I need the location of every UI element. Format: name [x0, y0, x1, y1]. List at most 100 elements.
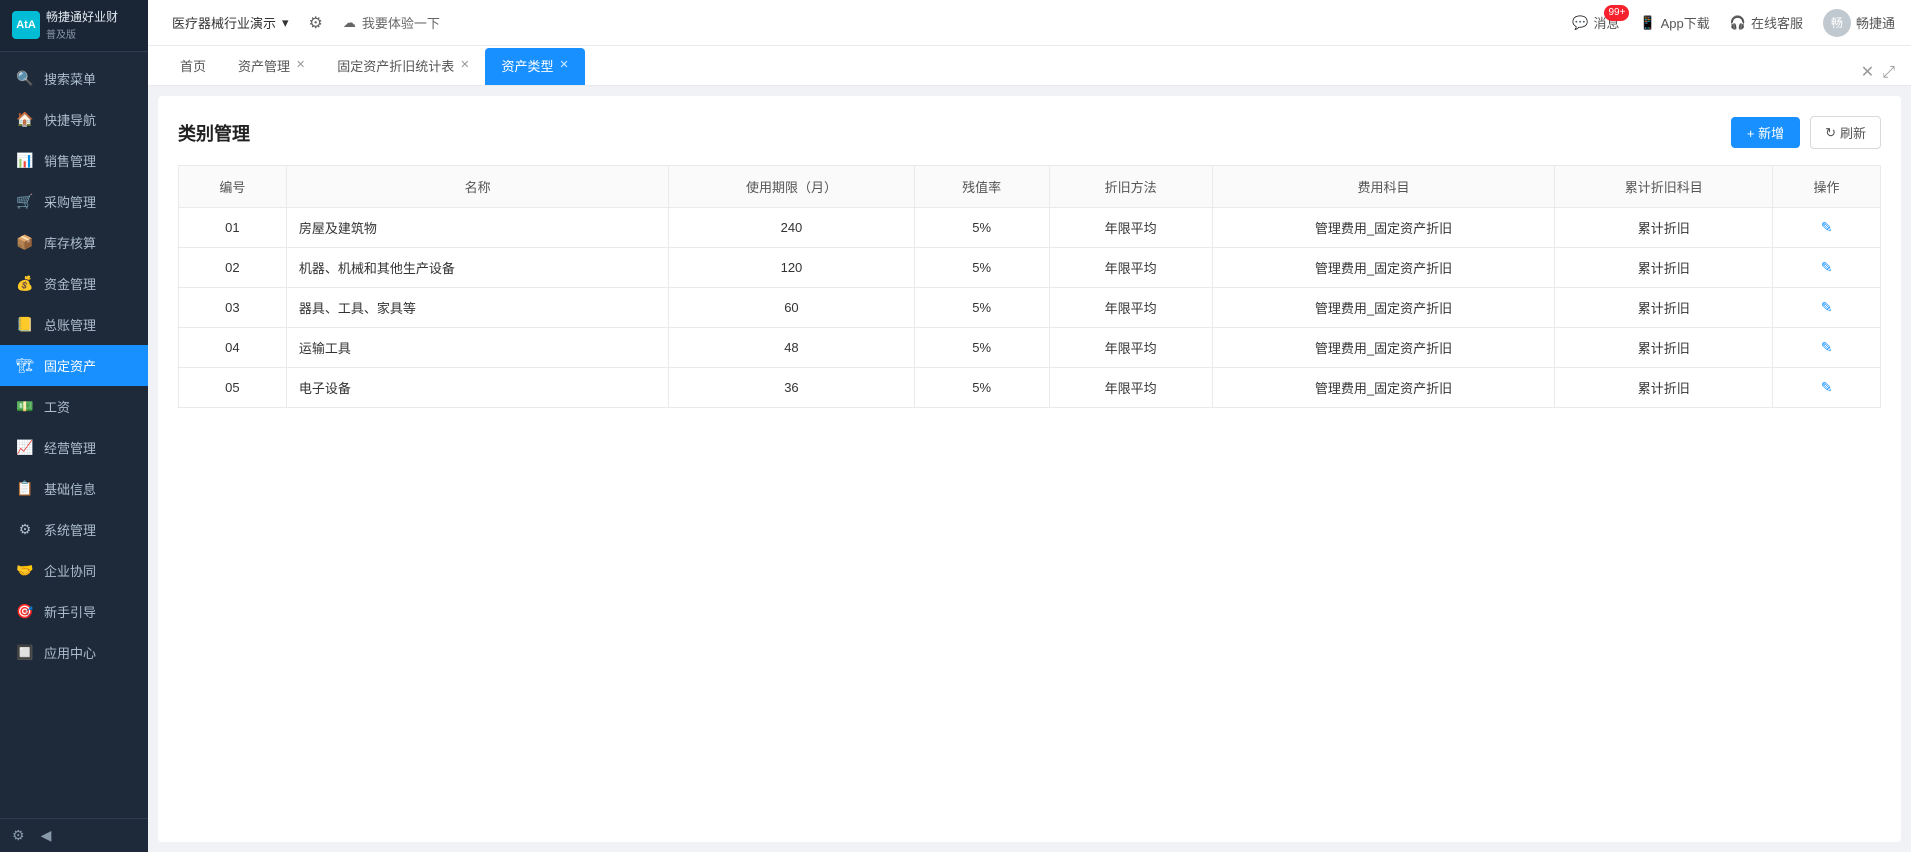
sidebar-item-ledger[interactable]: 📒 总账管理 — [0, 304, 148, 345]
cell-name: 机器、机械和其他生产设备 — [286, 248, 669, 288]
cell-actions[interactable]: ✎ — [1773, 248, 1881, 288]
tab-label-depreciation-report: 固定资产折旧统计表 — [337, 56, 454, 75]
cell-residual: 5% — [914, 328, 1049, 368]
sidebar-item-inventory[interactable]: 📦 库存核算 — [0, 222, 148, 263]
cell-accum-account: 累计折旧 — [1555, 328, 1773, 368]
cell-accum-account: 累计折旧 — [1555, 248, 1773, 288]
sidebar-title: 畅捷通好业财 — [46, 10, 118, 26]
new-button[interactable]: + 新增 — [1731, 117, 1800, 148]
sidebar-item-label: 新手引导 — [44, 602, 96, 621]
edit-icon[interactable]: ✎ — [1821, 339, 1833, 355]
close-tab-depreciation-report[interactable]: ✕ — [460, 60, 469, 71]
sidebar-subtitle: 普及版 — [46, 26, 118, 41]
cell-id: 01 — [179, 208, 287, 248]
sidebar-item-operations[interactable]: 📈 经营管理 — [0, 427, 148, 468]
experience-btn[interactable]: ☁ 我要体验一下 — [343, 13, 440, 32]
cell-id: 05 — [179, 368, 287, 408]
tab-depreciation-report[interactable]: 固定资产折旧统计表 ✕ — [321, 48, 485, 85]
settings-icon[interactable]: ⚙ — [12, 827, 25, 844]
refresh-button[interactable]: ↻ 刷新 — [1810, 116, 1881, 149]
collapse-icon[interactable]: ◀ — [41, 827, 52, 844]
topbar-right: 💬 消息 99+ 📱 App下载 🎧 在线客服 畅 畅捷通 — [1572, 9, 1895, 37]
cell-residual: 5% — [914, 288, 1049, 328]
close-tab-asset-type[interactable]: ✕ — [560, 60, 569, 71]
cell-actions[interactable]: ✎ — [1773, 328, 1881, 368]
sidebar-item-label: 系统管理 — [44, 520, 96, 539]
window-controls: ✕ ⤢ — [1861, 65, 1895, 85]
sidebar-item-guide[interactable]: 🎯 新手引导 — [0, 591, 148, 632]
enterprise-icon: 🤝 — [16, 561, 34, 579]
cell-accum-account: 累计折旧 — [1555, 208, 1773, 248]
sidebar-item-label: 应用中心 — [44, 643, 96, 662]
sidebar-item-search[interactable]: 🔍 搜索菜单 — [0, 58, 148, 99]
cell-method: 年限平均 — [1049, 288, 1212, 328]
cell-actions[interactable]: ✎ — [1773, 208, 1881, 248]
cell-months: 60 — [669, 288, 914, 328]
cell-name: 器具、工具、家具等 — [286, 288, 669, 328]
user-menu[interactable]: 畅 畅捷通 — [1823, 9, 1895, 37]
table-row: 04 运输工具 48 5% 年限平均 管理费用_固定资产折旧 累计折旧 ✎ — [179, 328, 1881, 368]
cell-residual: 5% — [914, 208, 1049, 248]
phone-icon: 📱 — [1639, 15, 1655, 31]
tab-home[interactable]: 首页 — [164, 48, 222, 85]
cell-residual: 5% — [914, 368, 1049, 408]
main-content: 医疗器械行业演示 ▾ ⚙ ☁ 我要体验一下 💬 消息 99+ 📱 App下载 🎧… — [148, 0, 1911, 852]
avatar: 畅 — [1823, 9, 1851, 37]
sidebar-item-apps[interactable]: 🔲 应用中心 — [0, 632, 148, 673]
sidebar-item-fixed-assets[interactable]: 🏗 固定资产 — [0, 345, 148, 386]
cell-method: 年限平均 — [1049, 208, 1212, 248]
company-name: 医疗器械行业演示 — [172, 13, 276, 32]
sidebar-item-label: 企业协同 — [44, 561, 96, 580]
sidebar-item-label: 基础信息 — [44, 479, 96, 498]
cell-actions[interactable]: ✎ — [1773, 288, 1881, 328]
sidebar-item-purchase[interactable]: 🛒 采购管理 — [0, 181, 148, 222]
cell-months: 240 — [669, 208, 914, 248]
cell-id: 02 — [179, 248, 287, 288]
edit-icon[interactable]: ✎ — [1821, 299, 1833, 315]
cell-months: 120 — [669, 248, 914, 288]
settings-icon[interactable]: ⚙ — [309, 13, 323, 33]
tab-asset-mgmt[interactable]: 资产管理✕ — [222, 48, 321, 85]
edit-icon[interactable]: ✎ — [1821, 379, 1833, 395]
funds-icon: 💰 — [16, 274, 34, 292]
cell-method: 年限平均 — [1049, 368, 1212, 408]
sidebar-item-label: 固定资产 — [44, 356, 96, 375]
cell-months: 48 — [669, 328, 914, 368]
close-window-icon[interactable]: ✕ — [1861, 65, 1874, 81]
search-icon: 🔍 — [16, 69, 34, 87]
sidebar-item-funds[interactable]: 💰 资金管理 — [0, 263, 148, 304]
company-selector[interactable]: 医疗器械行业演示 ▾ — [164, 9, 297, 36]
cell-cost-account: 管理费用_固定资产折旧 — [1212, 288, 1555, 328]
cell-cost-account: 管理费用_固定资产折旧 — [1212, 368, 1555, 408]
sidebar-item-enterprise[interactable]: 🤝 企业协同 — [0, 550, 148, 591]
sidebar-item-payroll[interactable]: 💵 工资 — [0, 386, 148, 427]
cell-cost-account: 管理费用_固定资产折旧 — [1212, 248, 1555, 288]
sidebar-item-basic-info[interactable]: 📋 基础信息 — [0, 468, 148, 509]
topbar: 医疗器械行业演示 ▾ ⚙ ☁ 我要体验一下 💬 消息 99+ 📱 App下载 🎧… — [148, 0, 1911, 46]
cell-actions[interactable]: ✎ — [1773, 368, 1881, 408]
table-header: 名称 — [286, 166, 669, 208]
edit-icon[interactable]: ✎ — [1821, 219, 1833, 235]
edit-icon[interactable]: ✎ — [1821, 259, 1833, 275]
maximize-window-icon[interactable]: ⤢ — [1882, 65, 1895, 81]
cell-name: 房屋及建筑物 — [286, 208, 669, 248]
guide-icon: 🎯 — [16, 602, 34, 620]
sidebar-item-quick-nav[interactable]: 🏠 快捷导航 — [0, 99, 148, 140]
asset-type-table: 编号名称使用期限（月）残值率折旧方法费用科目累计折旧科目操作 01 房屋及建筑物… — [178, 165, 1881, 408]
tab-asset-type[interactable]: 资产类型✕ — [485, 48, 584, 85]
sidebar-item-label: 搜索菜单 — [44, 69, 96, 88]
table-header: 残值率 — [914, 166, 1049, 208]
close-tab-asset-mgmt[interactable]: ✕ — [296, 60, 305, 71]
cell-name: 运输工具 — [286, 328, 669, 368]
table-header: 使用期限（月） — [669, 166, 914, 208]
sidebar-item-system[interactable]: ⚙ 系统管理 — [0, 509, 148, 550]
online-service-btn[interactable]: 🎧 在线客服 — [1730, 13, 1803, 32]
table-header: 操作 — [1773, 166, 1881, 208]
messages-btn[interactable]: 💬 消息 99+ — [1572, 13, 1619, 32]
sidebar-item-label: 经营管理 — [44, 438, 96, 457]
app-download-btn[interactable]: 📱 App下载 — [1639, 13, 1709, 32]
sidebar-item-sales[interactable]: 📊 销售管理 — [0, 140, 148, 181]
sidebar-item-label: 工资 — [44, 397, 70, 416]
basic-info-icon: 📋 — [16, 479, 34, 497]
table-row: 02 机器、机械和其他生产设备 120 5% 年限平均 管理费用_固定资产折旧 … — [179, 248, 1881, 288]
